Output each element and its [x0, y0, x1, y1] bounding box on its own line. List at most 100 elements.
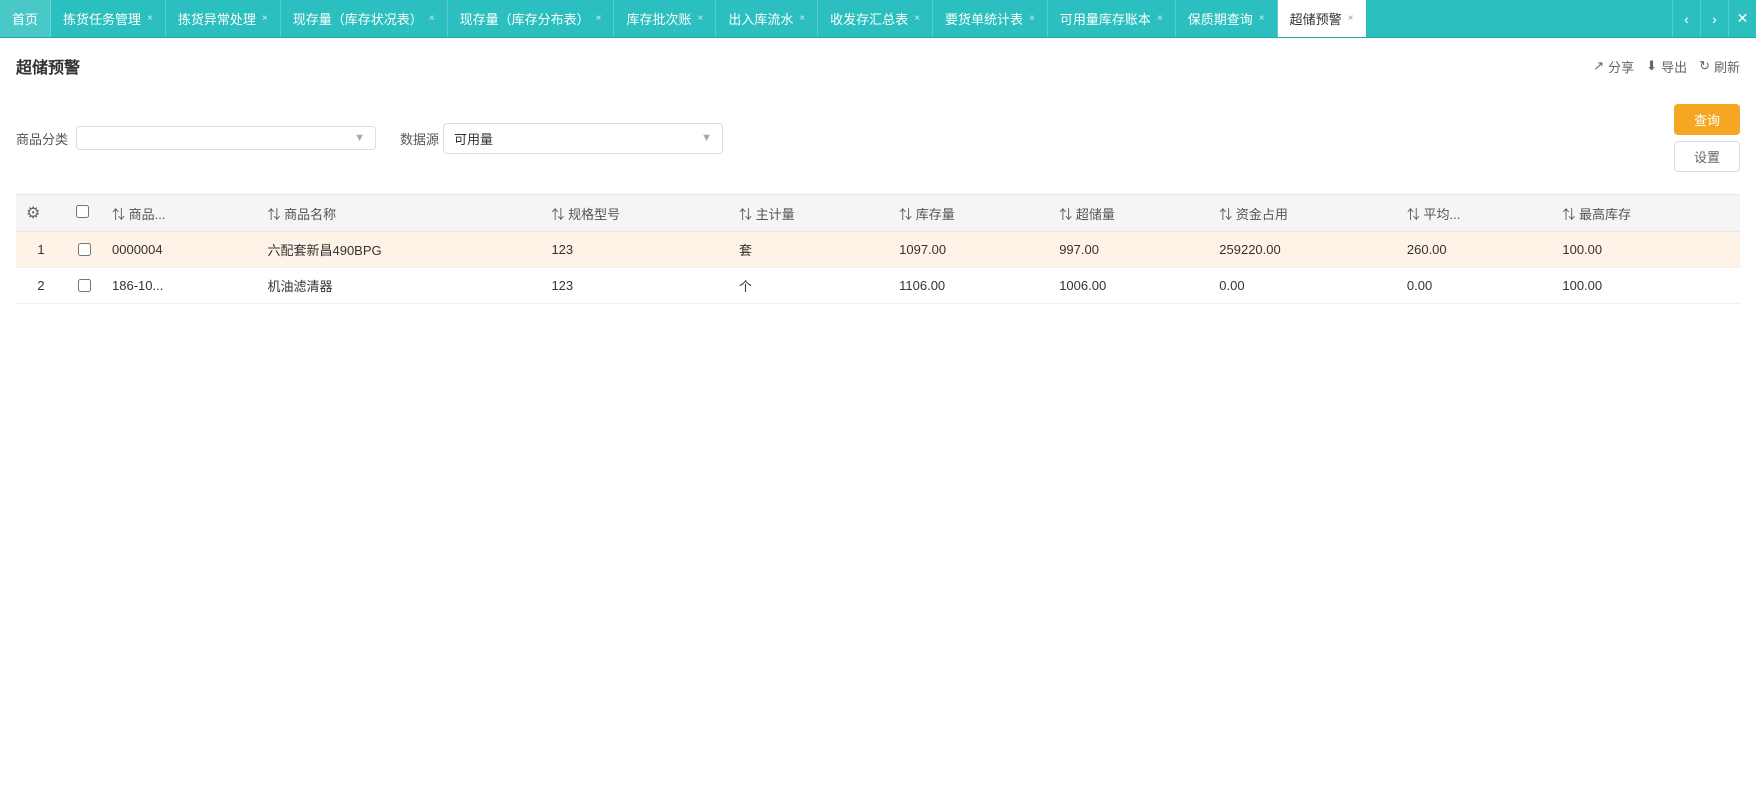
- table-header: ⚙ ⇅ 商品... ⇅ 商品名称 ⇅ 规格型号 ⇅ 主计量 ⇅: [16, 195, 1740, 232]
- nav-item-label: 现存量（库存状况表）: [293, 9, 423, 28]
- nav-item-inout[interactable]: 出入库流水 ×: [716, 0, 818, 37]
- cell-index: 1: [16, 232, 66, 268]
- th-overstock-label: ⇅ 超储量: [1059, 207, 1115, 222]
- nav-item-label: 出入库流水: [728, 9, 793, 28]
- nav-item-summary[interactable]: 收发存汇总表 ×: [818, 0, 933, 37]
- nav-item-label: 可用量库存账本: [1060, 9, 1151, 28]
- page-header: 超储预警 ↗ 分享 ⬇ 导出 ↻ 刷新: [16, 54, 1740, 78]
- row-checkbox[interactable]: [78, 243, 91, 256]
- nav-item-batch[interactable]: 库存批次账 ×: [614, 0, 716, 37]
- nav-item-overstock[interactable]: 超储预警 ×: [1278, 0, 1367, 37]
- row-checkbox[interactable]: [78, 279, 91, 292]
- nav-close-icon[interactable]: ×: [1259, 13, 1265, 24]
- cell-product-name: 六配套新昌490BPG: [257, 232, 541, 268]
- cell-max-stock: 100.00: [1552, 232, 1740, 268]
- refresh-link[interactable]: ↻ 刷新: [1699, 57, 1740, 76]
- share-link[interactable]: ↗ 分享: [1593, 57, 1634, 76]
- th-product-name-label: ⇅ 商品名称: [267, 207, 336, 222]
- filter-row: 商品分类 ▼ 数据源 可用量 ▼ 查询 设置: [16, 94, 1740, 182]
- category-filter: 商品分类 ▼: [16, 126, 376, 150]
- nav-close-btn[interactable]: ✕: [1728, 0, 1756, 38]
- nav-close-icon[interactable]: ×: [429, 13, 435, 24]
- cell-checkbox: [66, 268, 102, 304]
- th-spec-label: ⇅ 规格型号: [551, 207, 620, 222]
- th-settings: ⚙: [16, 195, 66, 232]
- th-unit: ⇅ 主计量: [729, 195, 889, 232]
- nav-close-icon[interactable]: ×: [262, 13, 268, 24]
- cell-overstock: 997.00: [1049, 232, 1209, 268]
- th-stock: ⇅ 库存量: [889, 195, 1049, 232]
- nav-item-stock-status[interactable]: 现存量（库存状况表） ×: [281, 0, 448, 37]
- nav-close-icon[interactable]: ×: [596, 13, 602, 24]
- nav-item-stock-dist[interactable]: 现存量（库存分布表）×: [448, 0, 615, 37]
- cell-spec: 123: [541, 232, 729, 268]
- main-content: 超储预警 ↗ 分享 ⬇ 导出 ↻ 刷新 商品分类 ▼ 数据源: [0, 38, 1756, 800]
- nav-left-btn[interactable]: ‹: [1672, 0, 1700, 38]
- select-all-checkbox[interactable]: [76, 205, 89, 218]
- nav-close-icon[interactable]: ×: [147, 13, 153, 24]
- refresh-icon: ↻: [1699, 58, 1710, 74]
- nav-item-label: 超储预警: [1290, 9, 1342, 28]
- nav-close-icon[interactable]: ×: [1029, 13, 1035, 24]
- query-button[interactable]: 查询: [1674, 104, 1740, 135]
- nav-item-avail-stock[interactable]: 可用量库存账本 ×: [1048, 0, 1176, 37]
- table-row: 2 186-10... 机油滤清器 123 个 1106.00 1006.00 …: [16, 268, 1740, 304]
- cell-product-code: 186-10...: [102, 268, 257, 304]
- cell-index: 2: [16, 268, 66, 304]
- th-product-code-label: ⇅ 商品...: [112, 207, 165, 222]
- gear-icon[interactable]: ⚙: [26, 203, 40, 223]
- th-spec: ⇅ 规格型号: [541, 195, 729, 232]
- datasource-filter: 数据源 可用量 ▼: [400, 123, 723, 154]
- datasource-select[interactable]: 可用量 ▼: [443, 123, 723, 154]
- cell-unit: 个: [729, 268, 889, 304]
- nav-item-label: 拣货任务管理: [63, 9, 141, 28]
- cell-unit: 套: [729, 232, 889, 268]
- category-select[interactable]: ▼: [76, 126, 376, 150]
- nav-close-icon[interactable]: ×: [1348, 13, 1354, 24]
- nav-right-btn[interactable]: ›: [1700, 0, 1728, 38]
- nav-item-label: 收发存汇总表: [830, 9, 908, 28]
- nav-arrows: ‹ › ✕: [1672, 0, 1756, 38]
- th-overstock: ⇅ 超储量: [1049, 195, 1209, 232]
- nav-close-icon[interactable]: ×: [1157, 13, 1163, 24]
- cell-capital: 0.00: [1209, 268, 1397, 304]
- cell-avg: 260.00: [1397, 232, 1552, 268]
- nav-item-label: 库存批次账: [626, 9, 691, 28]
- table-body: 1 0000004 六配套新昌490BPG 123 套 1097.00 997.…: [16, 232, 1740, 304]
- th-avg: ⇅ 平均...: [1397, 195, 1552, 232]
- cell-product-code: 0000004: [102, 232, 257, 268]
- nav-item-home[interactable]: 首页: [0, 0, 51, 37]
- cell-checkbox: [66, 232, 102, 268]
- category-label: 商品分类: [16, 129, 68, 148]
- top-navigation: 首页拣货任务管理×拣货异常处理×现存量（库存状况表）×现存量（库存分布表）×库存…: [0, 0, 1756, 38]
- settings-button[interactable]: 设置: [1674, 141, 1740, 172]
- th-product-code: ⇅ 商品...: [102, 195, 257, 232]
- export-link[interactable]: ⬇ 导出: [1646, 57, 1687, 76]
- th-avg-label: ⇅ 平均...: [1407, 207, 1460, 222]
- nav-item-quality[interactable]: 保质期查询×: [1176, 0, 1278, 37]
- nav-item-abnormal[interactable]: 拣货异常处理 ×: [166, 0, 281, 37]
- category-chevron-icon: ▼: [354, 132, 365, 144]
- nav-item-order-stats[interactable]: 要货单统计表 ×: [933, 0, 1048, 37]
- th-unit-label: ⇅ 主计量: [739, 207, 795, 222]
- nav-item-label: 要货单统计表: [945, 9, 1023, 28]
- th-capital: ⇅ 资金占用: [1209, 195, 1397, 232]
- cell-product-name: 机油滤清器: [257, 268, 541, 304]
- export-icon: ⬇: [1646, 58, 1657, 74]
- cell-max-stock: 100.00: [1552, 268, 1740, 304]
- cell-stock: 1097.00: [889, 232, 1049, 268]
- nav-close-icon[interactable]: ×: [697, 13, 703, 24]
- th-max-stock: ⇅ 最高库存: [1552, 195, 1740, 232]
- nav-item-label: 拣货异常处理: [178, 9, 256, 28]
- nav-item-task[interactable]: 拣货任务管理 ×: [51, 0, 166, 37]
- cell-overstock: 1006.00: [1049, 268, 1209, 304]
- page-title: 超储预警: [16, 54, 80, 78]
- nav-close-icon[interactable]: ×: [914, 13, 920, 24]
- nav-item-label: 首页: [12, 9, 38, 28]
- header-actions: ↗ 分享 ⬇ 导出 ↻ 刷新: [1593, 57, 1740, 76]
- cell-capital: 259220.00: [1209, 232, 1397, 268]
- cell-avg: 0.00: [1397, 268, 1552, 304]
- share-icon: ↗: [1593, 58, 1604, 74]
- th-stock-label: ⇅ 库存量: [899, 207, 955, 222]
- nav-close-icon[interactable]: ×: [799, 13, 805, 24]
